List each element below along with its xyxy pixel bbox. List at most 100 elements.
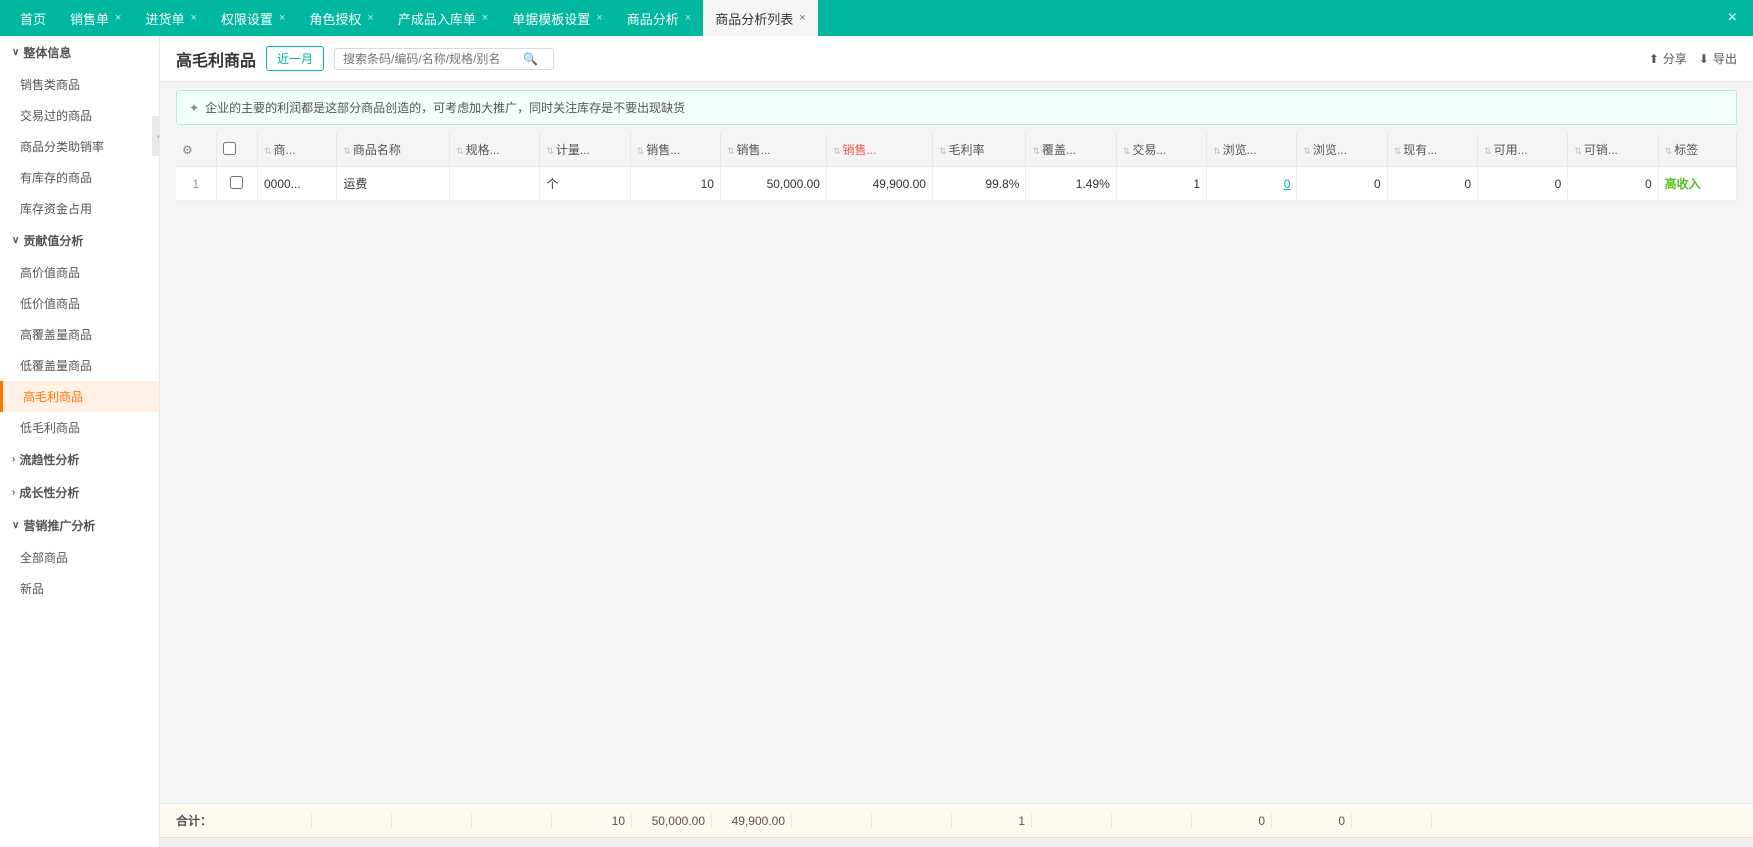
cell-views1[interactable]: 0 (1207, 167, 1297, 201)
nav-finished-goods[interactable]: 产成品入库单 × (386, 0, 500, 36)
footer-cell-5: 10 (552, 814, 632, 828)
select-all-checkbox[interactable] (223, 142, 236, 155)
close-icon[interactable]: × (279, 12, 285, 24)
col-spec[interactable]: ⇅规格... (450, 133, 540, 167)
sidebar-group-overall[interactable]: ∨ 整体信息 (0, 36, 159, 69)
close-icon[interactable]: × (799, 12, 805, 24)
sidebar-item-category-sales-rate[interactable]: 商品分类助销率 (0, 131, 159, 162)
sidebar-item-high-value[interactable]: 高价值商品 (0, 257, 159, 288)
nav-product-analysis-list[interactable]: 商品分析列表 × (703, 0, 817, 36)
nav-roles[interactable]: 角色授权 × (297, 0, 385, 36)
sidebar-item-high-margin[interactable]: 高毛利商品 (0, 381, 159, 412)
col-saleable-stock[interactable]: ⇅可销... (1568, 133, 1658, 167)
col-coverage[interactable]: ⇅覆盖... (1026, 133, 1116, 167)
cell-coverage: 1.49% (1026, 167, 1116, 201)
footer-cell-6: 50,000.00 (632, 814, 712, 828)
sidebar-item-low-value[interactable]: 低价值商品 (0, 288, 159, 319)
nav-purchase[interactable]: 进货单 × (133, 0, 208, 36)
close-icon[interactable]: × (115, 12, 121, 24)
cell-gross-margin: 99.8% (932, 167, 1026, 201)
close-all-tabs-button[interactable]: × (1720, 9, 1745, 27)
nav-sales[interactable]: 销售单 × (58, 0, 133, 36)
col-current-stock[interactable]: ⇅现有... (1387, 133, 1477, 167)
content-area: 高毛利商品 近一月 🔍 ⬆ 分享 ⬇ 导出 ✦ 企业的主要的利润都是这部分商品创… (160, 36, 1753, 847)
close-icon[interactable]: × (685, 12, 691, 24)
close-icon[interactable]: × (190, 12, 196, 24)
col-views2[interactable]: ⇅浏览... (1297, 133, 1387, 167)
col-sales-amount[interactable]: ⇅销售... (720, 133, 826, 167)
col-sales-qty[interactable]: ⇅销售... (630, 133, 720, 167)
sidebar-item-sales-goods[interactable]: 销售类商品 (0, 69, 159, 100)
footer-cell-8 (792, 814, 872, 828)
sidebar-item-in-stock-goods[interactable]: 有库存的商品 (0, 162, 159, 193)
col-code[interactable]: ⇅商... (258, 133, 337, 167)
close-icon[interactable]: × (482, 12, 488, 24)
sidebar-item-all-goods[interactable]: 全部商品 (0, 542, 159, 573)
search-icon[interactable]: 🔍 (523, 52, 538, 66)
footer-cells: 10 50,000.00 49,900.00 1 0 0 (232, 814, 1737, 828)
horizontal-scrollbar[interactable] (160, 837, 1753, 847)
footer-cell-10: 1 (952, 814, 1032, 828)
search-box: 🔍 (334, 48, 554, 70)
footer-cell-3 (392, 814, 472, 828)
row-checkbox[interactable] (230, 176, 243, 189)
cell-name: 运费 (337, 167, 450, 201)
cell-current-stock: 0 (1387, 167, 1477, 201)
col-transactions[interactable]: ⇅交易... (1116, 133, 1206, 167)
close-icon[interactable]: × (367, 12, 373, 24)
chevron-right-icon: › (12, 487, 15, 498)
nav-home[interactable]: 首页 (8, 0, 58, 36)
nav-permissions[interactable]: 权限设置 × (209, 0, 297, 36)
share-button[interactable]: ⬆ 分享 (1649, 50, 1687, 67)
col-name[interactable]: ⇅商品名称 (337, 133, 450, 167)
col-gear[interactable]: ⚙ (176, 133, 216, 167)
info-icon: ✦ (189, 101, 199, 115)
close-icon[interactable]: × (596, 12, 602, 24)
footer-total-bar: 合计： 10 50,000.00 49,900.00 1 0 0 (160, 803, 1753, 837)
gear-icon[interactable]: ⚙ (182, 143, 193, 157)
chevron-down-icon: ∨ (12, 520, 19, 531)
date-filter-button[interactable]: 近一月 (266, 46, 324, 71)
sidebar-item-low-margin[interactable]: 低毛利商品 (0, 412, 159, 443)
share-icon: ⬆ (1649, 52, 1659, 66)
col-views1[interactable]: ⇅浏览... (1207, 133, 1297, 167)
sidebar-collapse-button[interactable]: « (152, 116, 160, 156)
footer-cell-14: 0 (1272, 814, 1352, 828)
sidebar-group-trend[interactable]: › 流趋性分析 (0, 443, 159, 476)
col-available-stock[interactable]: ⇅可用... (1478, 133, 1568, 167)
sidebar-item-high-coverage[interactable]: 高覆盖量商品 (0, 319, 159, 350)
sidebar-group-growth[interactable]: › 成长性分析 (0, 476, 159, 509)
cell-saleable-stock: 0 (1568, 167, 1658, 201)
footer-cell-13: 0 (1192, 814, 1272, 828)
cell-transactions: 1 (1116, 167, 1206, 201)
sidebar-item-low-coverage[interactable]: 低覆盖量商品 (0, 350, 159, 381)
export-button[interactable]: ⬇ 导出 (1699, 50, 1737, 67)
info-bar: ✦ 企业的主要的利润都是这部分商品创造的，可考虑加大推广，同时关注库存是不要出现… (176, 90, 1737, 125)
data-table: ⚙ ⇅商... ⇅商品名称 ⇅规格... ⇅计量... ⇅销售... ⇅销售..… (176, 133, 1737, 201)
cell-views2: 0 (1297, 167, 1387, 201)
sidebar-item-traded-goods[interactable]: 交易过的商品 (0, 100, 159, 131)
col-unit[interactable]: ⇅计量... (540, 133, 630, 167)
nav-product-analysis[interactable]: 商品分析 × (615, 0, 703, 36)
sidebar-group-marketing[interactable]: ∨ 营销推广分析 (0, 509, 159, 542)
sidebar: « ∨ 整体信息 销售类商品 交易过的商品 商品分类助销率 有库存的商品 库存资… (0, 36, 160, 847)
chevron-down-icon: ∨ (12, 235, 19, 246)
sidebar-item-new-goods[interactable]: 新品 (0, 573, 159, 604)
cell-sales-profit: 49,900.00 (826, 167, 932, 201)
chevron-right-icon: › (12, 454, 15, 465)
search-input[interactable] (343, 52, 523, 66)
cell-sales-amount: 50,000.00 (720, 167, 826, 201)
col-gross-margin[interactable]: ⇅毛利率 (932, 133, 1026, 167)
cell-available-stock: 0 (1478, 167, 1568, 201)
chevron-down-icon: ∨ (12, 47, 19, 58)
sidebar-item-stock-capital[interactable]: 库存资金占用 (0, 193, 159, 224)
row-number: 1 (176, 167, 216, 201)
col-sales-profit[interactable]: ⇅销售... (826, 133, 932, 167)
main-container: « ∨ 整体信息 销售类商品 交易过的商品 商品分类助销率 有库存的商品 库存资… (0, 36, 1753, 847)
footer-cell-11 (1032, 814, 1112, 828)
sidebar-group-contribution[interactable]: ∨ 贡献值分析 (0, 224, 159, 257)
cell-tag: 高收入 (1658, 167, 1736, 201)
table-container: ⚙ ⇅商... ⇅商品名称 ⇅规格... ⇅计量... ⇅销售... ⇅销售..… (160, 133, 1753, 803)
col-tag[interactable]: ⇅标签 (1658, 133, 1736, 167)
nav-template-settings[interactable]: 单据模板设置 × (500, 0, 614, 36)
